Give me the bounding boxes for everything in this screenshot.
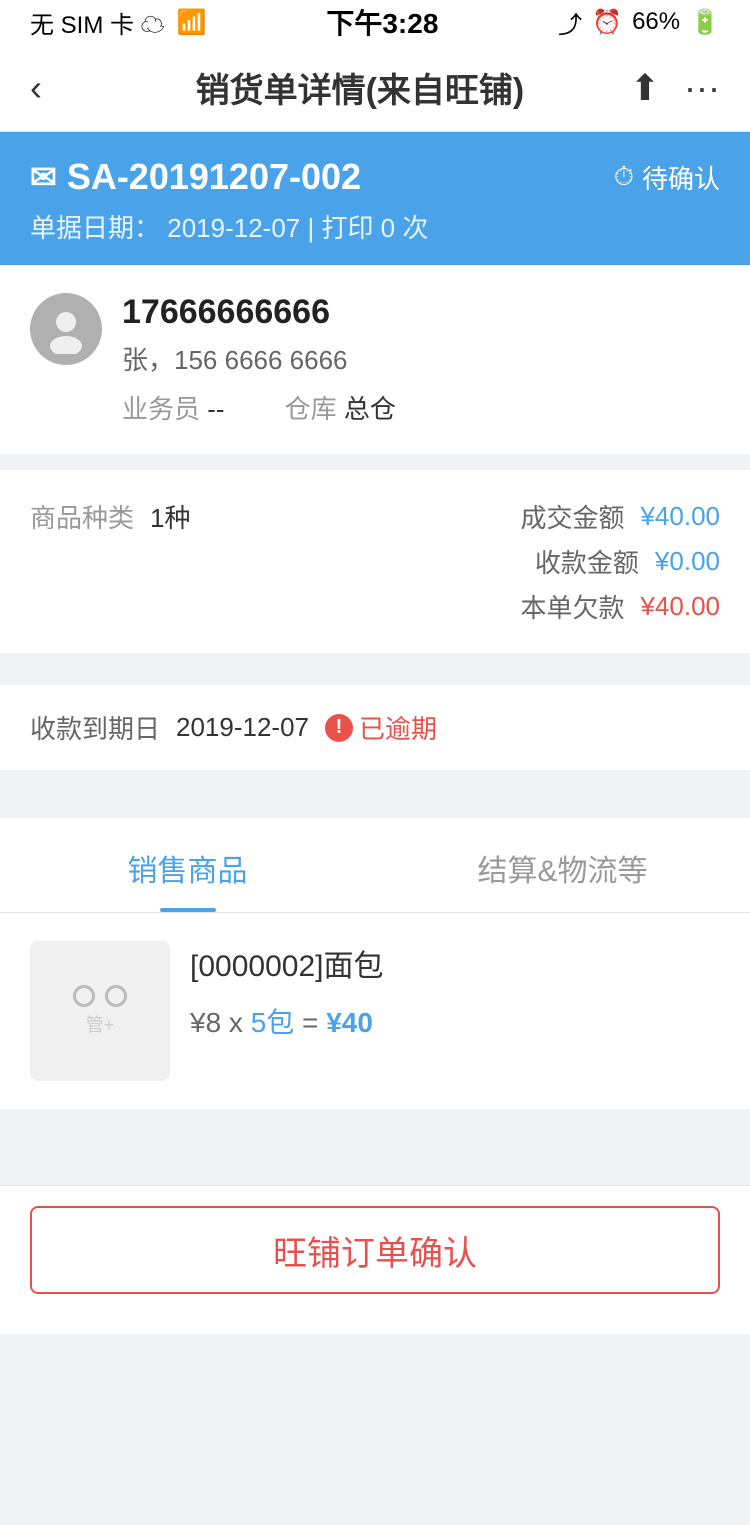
divider-2 (0, 669, 750, 685)
received-label: 收款金额 (535, 543, 639, 580)
owl-logo: 管+ (73, 985, 127, 1037)
product-total: ¥40 (326, 1007, 373, 1038)
customer-section: 17666666666 张，156 6666 6666 业务员 -- 仓库 总仓 (0, 265, 750, 454)
customer-meta: 业务员 -- 仓库 总仓 (122, 389, 720, 426)
more-icon[interactable]: ··· (684, 67, 720, 109)
price-text: ¥8 x (190, 1007, 251, 1038)
salesperson-value: -- (207, 394, 224, 424)
nav-bar: ‹ 销货单详情(来自旺铺) ⬆ ··· (0, 44, 750, 132)
due-section: 收款到期日 2019-12-07 ! 已逾期 (0, 685, 750, 770)
clock-icon: ⏱ (614, 161, 634, 193)
person-icon (41, 304, 91, 354)
debt-value: ¥40.00 (640, 591, 720, 622)
debt-row: 本单欠款 ¥40.00 (520, 588, 720, 625)
status-left: 无 SIM 卡 ☁ 📶 (30, 5, 207, 40)
status-text: 待确认 (642, 159, 720, 196)
amount-label: 成交金额 (520, 498, 624, 535)
summary-left: 商品种类 1种 (30, 498, 520, 535)
warehouse-label: 仓库 (285, 394, 337, 424)
customer-name: 张，156 6666 6666 (122, 340, 720, 377)
product-price: ¥8 x 5包 = ¥40 (190, 1001, 720, 1041)
warehouse-item: 仓库 总仓 (285, 389, 396, 426)
salesperson-item: 业务员 -- (122, 389, 225, 426)
order-id: ✉ SA-20191207-002 (30, 156, 361, 198)
location-icon: ⤴ (558, 5, 582, 40)
summary-section: 商品种类 1种 成交金额 ¥40.00 收款金额 ¥0.00 本单欠款 ¥40.… (0, 470, 750, 653)
owl-eyes (73, 985, 127, 1007)
sim-text: 无 SIM 卡 ☁ (30, 5, 165, 40)
type-value: 1种 (150, 498, 190, 535)
status-time: 下午3:28 (326, 2, 438, 42)
product-info: [0000002]面包 ¥8 x 5包 = ¥40 (190, 941, 720, 1041)
wifi-icon: 📶 (177, 8, 207, 37)
tabs-bar: 销售商品 结算&物流等 (0, 818, 750, 913)
amount-value: ¥40.00 (640, 501, 720, 532)
page-title: 销货单详情(来自旺铺) (196, 63, 525, 112)
customer-phone: 17666666666 (122, 293, 720, 332)
received-value: ¥0.00 (655, 546, 720, 577)
amount-row: 成交金额 ¥40.00 (520, 498, 720, 535)
export-icon[interactable]: ⬆ (630, 67, 660, 109)
type-label: 商品种类 (30, 498, 134, 535)
debt-label: 本单欠款 (520, 588, 624, 625)
received-row: 收款金额 ¥0.00 (535, 543, 720, 580)
avatar-inner (30, 293, 102, 365)
overdue-text: 已逾期 (359, 709, 437, 746)
tab-settlement[interactable]: 结算&物流等 (375, 818, 750, 912)
overdue-badge: ! 已逾期 (325, 709, 437, 746)
status-bar: 无 SIM 卡 ☁ 📶 下午3:28 ⤴ ⏰ 66% 🔋 (0, 0, 750, 44)
tab-products[interactable]: 销售商品 (0, 818, 375, 912)
battery-icon: 🔋 (690, 8, 720, 37)
battery-text: 66% (632, 8, 680, 36)
product-item: 管+ [0000002]面包 ¥8 x 5包 = ¥40 (0, 913, 750, 1109)
order-status: ⏱ 待确认 (614, 159, 720, 196)
salesperson-label: 业务员 (122, 394, 200, 424)
alarm-icon: ⏰ (592, 8, 622, 37)
order-header-top: ✉ SA-20191207-002 ⏱ 待确认 (30, 156, 720, 198)
due-date-value: 2019-12-07 (176, 712, 309, 743)
owl-eye-left (73, 985, 95, 1007)
overdue-icon: ! (325, 714, 353, 742)
back-button[interactable]: ‹ (30, 67, 90, 109)
owl-text: 管+ (86, 1011, 115, 1037)
confirm-button[interactable]: 旺铺订单确认 (30, 1206, 720, 1294)
bottom-bar: 旺铺订单确认 (0, 1185, 750, 1334)
due-label: 收款到期日 (30, 709, 160, 746)
warehouse-value: 总仓 (344, 394, 396, 424)
customer-info: 17666666666 张，156 6666 6666 业务员 -- 仓库 总仓 (122, 293, 720, 426)
owl-eye-right (105, 985, 127, 1007)
order-id-text: SA-20191207-002 (67, 156, 361, 198)
order-header-card: ✉ SA-20191207-002 ⏱ 待确认 单据日期： 2019-12-07… (0, 132, 750, 265)
avatar (30, 293, 102, 365)
status-right: ⤴ ⏰ 66% 🔋 (558, 5, 720, 40)
email-icon: ✉ (30, 158, 57, 196)
divider-1 (0, 454, 750, 470)
summary-right: 成交金额 ¥40.00 收款金额 ¥0.00 本单欠款 ¥40.00 (520, 498, 720, 625)
divider-3 (0, 786, 750, 802)
order-date: 单据日期： 2019-12-07 | 打印 0 次 (30, 208, 720, 245)
product-name: [0000002]面包 (190, 941, 720, 985)
product-qty: 5包 (251, 1007, 295, 1038)
product-thumbnail: 管+ (30, 941, 170, 1081)
equals-text: = (294, 1007, 326, 1038)
nav-actions: ⬆ ··· (630, 67, 720, 109)
